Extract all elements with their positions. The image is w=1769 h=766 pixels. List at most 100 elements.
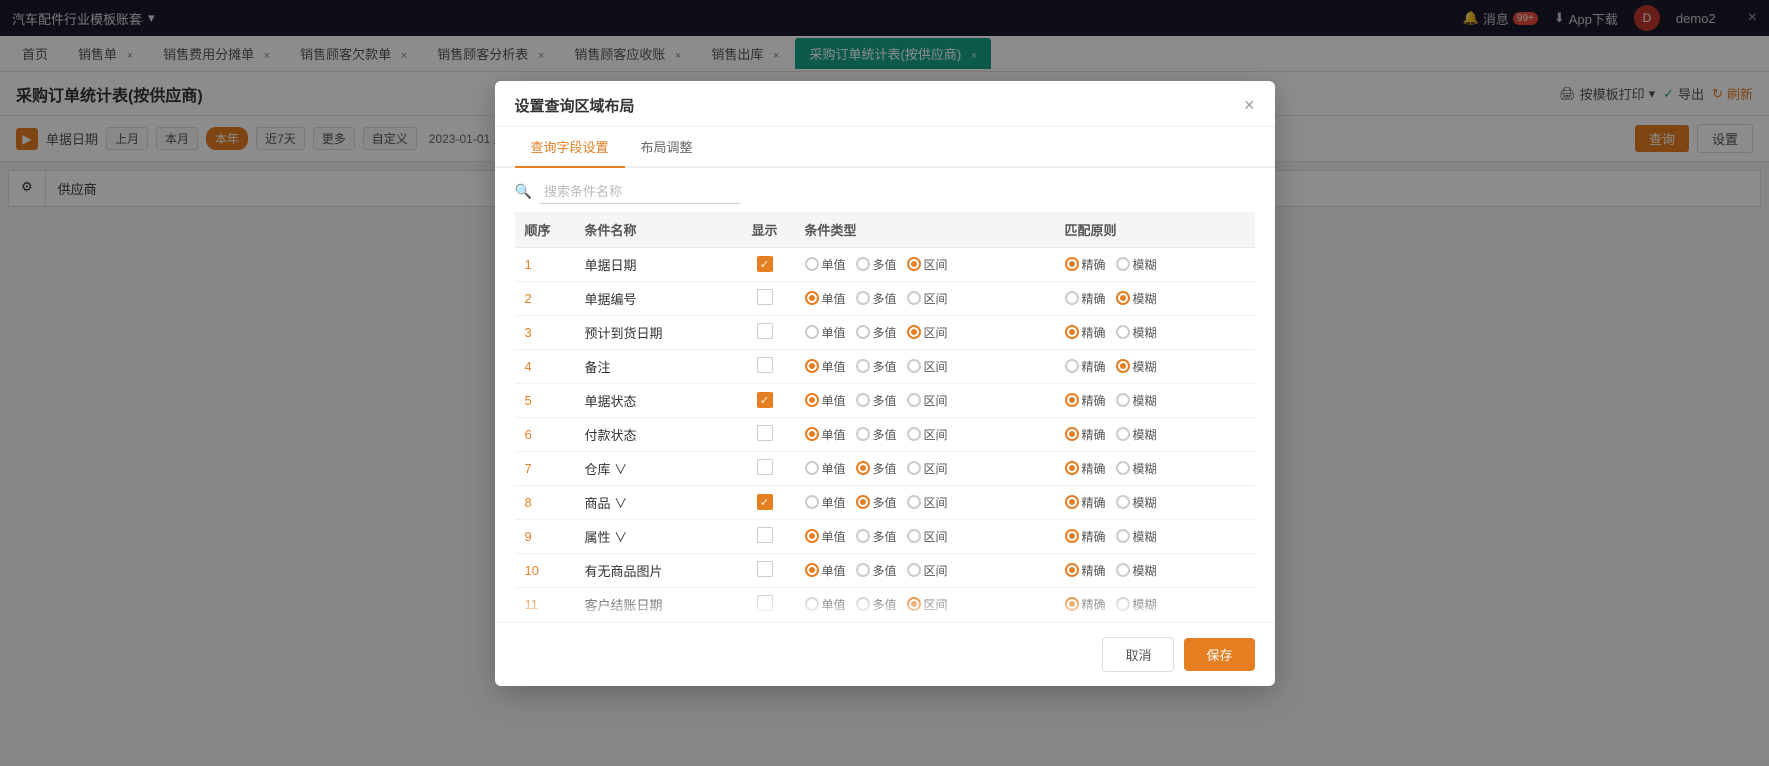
checkbox-9[interactable] — [757, 561, 773, 577]
checkbox-1[interactable] — [757, 289, 773, 305]
table-row: 11客户结账日期单值多值区间精确模糊 — [515, 587, 1255, 621]
radio-match-模糊-3[interactable]: 模糊 — [1116, 358, 1157, 375]
radio-type-多值-8[interactable]: 多值 — [856, 528, 897, 545]
radio-match-circle-9 — [1065, 563, 1079, 577]
radio-type-单值-7[interactable]: 单值 — [805, 494, 846, 511]
radio-type-单值-4[interactable]: 单值 — [805, 392, 846, 409]
radio-circle-3 — [907, 359, 921, 373]
radio-type-单值-2[interactable]: 单值 — [805, 324, 846, 341]
row-check-8[interactable] — [735, 519, 795, 553]
cancel-btn[interactable]: 取消 — [1102, 637, 1174, 672]
radio-match-模糊-8[interactable]: 模糊 — [1116, 528, 1157, 545]
checkbox-5[interactable] — [757, 425, 773, 441]
radio-type-多值-0[interactable]: 多值 — [856, 256, 897, 273]
radio-type-多值-5[interactable]: 多值 — [856, 426, 897, 443]
radio-match-精确-5[interactable]: 精确 — [1065, 426, 1106, 443]
radio-type-单值-5[interactable]: 单值 — [805, 426, 846, 443]
radio-match-模糊-0[interactable]: 模糊 — [1116, 256, 1157, 273]
radio-match-精确-1[interactable]: 精确 — [1065, 290, 1106, 307]
radio-type-区间-4[interactable]: 区间 — [907, 392, 948, 409]
radio-circle-2 — [907, 325, 921, 339]
row-check-9[interactable] — [735, 553, 795, 587]
radio-type-区间-7[interactable]: 区间 — [907, 494, 948, 511]
checkbox-4[interactable]: ✓ — [757, 392, 773, 408]
checkbox-3[interactable] — [757, 357, 773, 373]
radio-match-精确-0[interactable]: 精确 — [1065, 256, 1106, 273]
save-btn[interactable]: 保存 — [1184, 638, 1254, 671]
radio-type-单值-6[interactable]: 单值 — [805, 460, 846, 477]
row-check-1[interactable] — [735, 281, 795, 315]
radio-match-label-8: 模糊 — [1133, 528, 1157, 545]
radio-type-单值-0[interactable]: 单值 — [805, 256, 846, 273]
checkbox-0[interactable]: ✓ — [757, 256, 773, 272]
order-num: 5 — [525, 393, 532, 408]
radio-circle-10 — [805, 597, 819, 611]
radio-match-精确-4[interactable]: 精确 — [1065, 392, 1106, 409]
row-check-4[interactable]: ✓ — [735, 383, 795, 417]
radio-type-多值-4[interactable]: 多值 — [856, 392, 897, 409]
radio-type-单值-1[interactable]: 单值 — [805, 290, 846, 307]
radio-type-多值-9[interactable]: 多值 — [856, 562, 897, 579]
radio-match-模糊-7[interactable]: 模糊 — [1116, 494, 1157, 511]
radio-circle-5 — [805, 427, 819, 441]
checkbox-2[interactable] — [757, 323, 773, 339]
radio-type-单值-8[interactable]: 单值 — [805, 528, 846, 545]
row-match-6: 精确模糊 — [1055, 451, 1255, 485]
dialog-tab-layout[interactable]: 布局调整 — [625, 127, 709, 168]
row-check-6[interactable] — [735, 451, 795, 485]
radio-match-精确-6[interactable]: 精确 — [1065, 460, 1106, 477]
radio-type-单值-10[interactable]: 单值 — [805, 596, 846, 613]
radio-type-区间-6[interactable]: 区间 — [907, 460, 948, 477]
radio-match-模糊-10[interactable]: 模糊 — [1116, 596, 1157, 613]
radio-match-精确-2[interactable]: 精确 — [1065, 324, 1106, 341]
radio-match-模糊-1[interactable]: 模糊 — [1116, 290, 1157, 307]
radio-match-精确-9[interactable]: 精确 — [1065, 562, 1106, 579]
row-check-2[interactable] — [735, 315, 795, 349]
radio-match-label-10: 模糊 — [1133, 596, 1157, 613]
radio-type-多值-10[interactable]: 多值 — [856, 596, 897, 613]
radio-match-精确-8[interactable]: 精确 — [1065, 528, 1106, 545]
checkbox-8[interactable] — [757, 527, 773, 543]
row-check-0[interactable]: ✓ — [735, 247, 795, 281]
table-row: 1单据日期✓单值多值区间精确模糊 — [515, 247, 1255, 281]
dialog-close-btn[interactable]: × — [1244, 96, 1255, 114]
radio-type-区间-8[interactable]: 区间 — [907, 528, 948, 545]
radio-match-模糊-4[interactable]: 模糊 — [1116, 392, 1157, 409]
condition-search-input[interactable] — [540, 180, 740, 204]
radio-type-区间-1[interactable]: 区间 — [907, 290, 948, 307]
radio-type-区间-9[interactable]: 区间 — [907, 562, 948, 579]
radio-type-单值-9[interactable]: 单值 — [805, 562, 846, 579]
radio-type-单值-3[interactable]: 单值 — [805, 358, 846, 375]
radio-match-模糊-2[interactable]: 模糊 — [1116, 324, 1157, 341]
checkbox-10[interactable] — [757, 595, 773, 611]
checkbox-7[interactable]: ✓ — [757, 494, 773, 510]
radio-match-circle-7 — [1065, 495, 1079, 509]
radio-type-多值-6[interactable]: 多值 — [856, 460, 897, 477]
radio-type-区间-5[interactable]: 区间 — [907, 426, 948, 443]
radio-type-区间-0[interactable]: 区间 — [907, 256, 948, 273]
radio-circle-7 — [856, 495, 870, 509]
radio-type-多值-2[interactable]: 多值 — [856, 324, 897, 341]
radio-label-1: 多值 — [873, 290, 897, 307]
dialog-tab-fields[interactable]: 查询字段设置 — [515, 127, 625, 168]
radio-circle-6 — [907, 461, 921, 475]
row-check-7[interactable]: ✓ — [735, 485, 795, 519]
radio-type-区间-10[interactable]: 区间 — [907, 596, 948, 613]
radio-match-精确-10[interactable]: 精确 — [1065, 596, 1106, 613]
radio-type-多值-3[interactable]: 多值 — [856, 358, 897, 375]
radio-match-模糊-5[interactable]: 模糊 — [1116, 426, 1157, 443]
radio-match-精确-7[interactable]: 精确 — [1065, 494, 1106, 511]
radio-circle-8 — [805, 529, 819, 543]
radio-type-多值-1[interactable]: 多值 — [856, 290, 897, 307]
radio-type-区间-3[interactable]: 区间 — [907, 358, 948, 375]
row-check-5[interactable] — [735, 417, 795, 451]
row-check-10[interactable] — [735, 587, 795, 621]
radio-match-模糊-6[interactable]: 模糊 — [1116, 460, 1157, 477]
checkbox-6[interactable] — [757, 459, 773, 475]
radio-type-多值-7[interactable]: 多值 — [856, 494, 897, 511]
row-name-0: 单据日期 — [575, 247, 735, 281]
radio-match-精确-3[interactable]: 精确 — [1065, 358, 1106, 375]
row-check-3[interactable] — [735, 349, 795, 383]
radio-match-模糊-9[interactable]: 模糊 — [1116, 562, 1157, 579]
radio-type-区间-2[interactable]: 区间 — [907, 324, 948, 341]
